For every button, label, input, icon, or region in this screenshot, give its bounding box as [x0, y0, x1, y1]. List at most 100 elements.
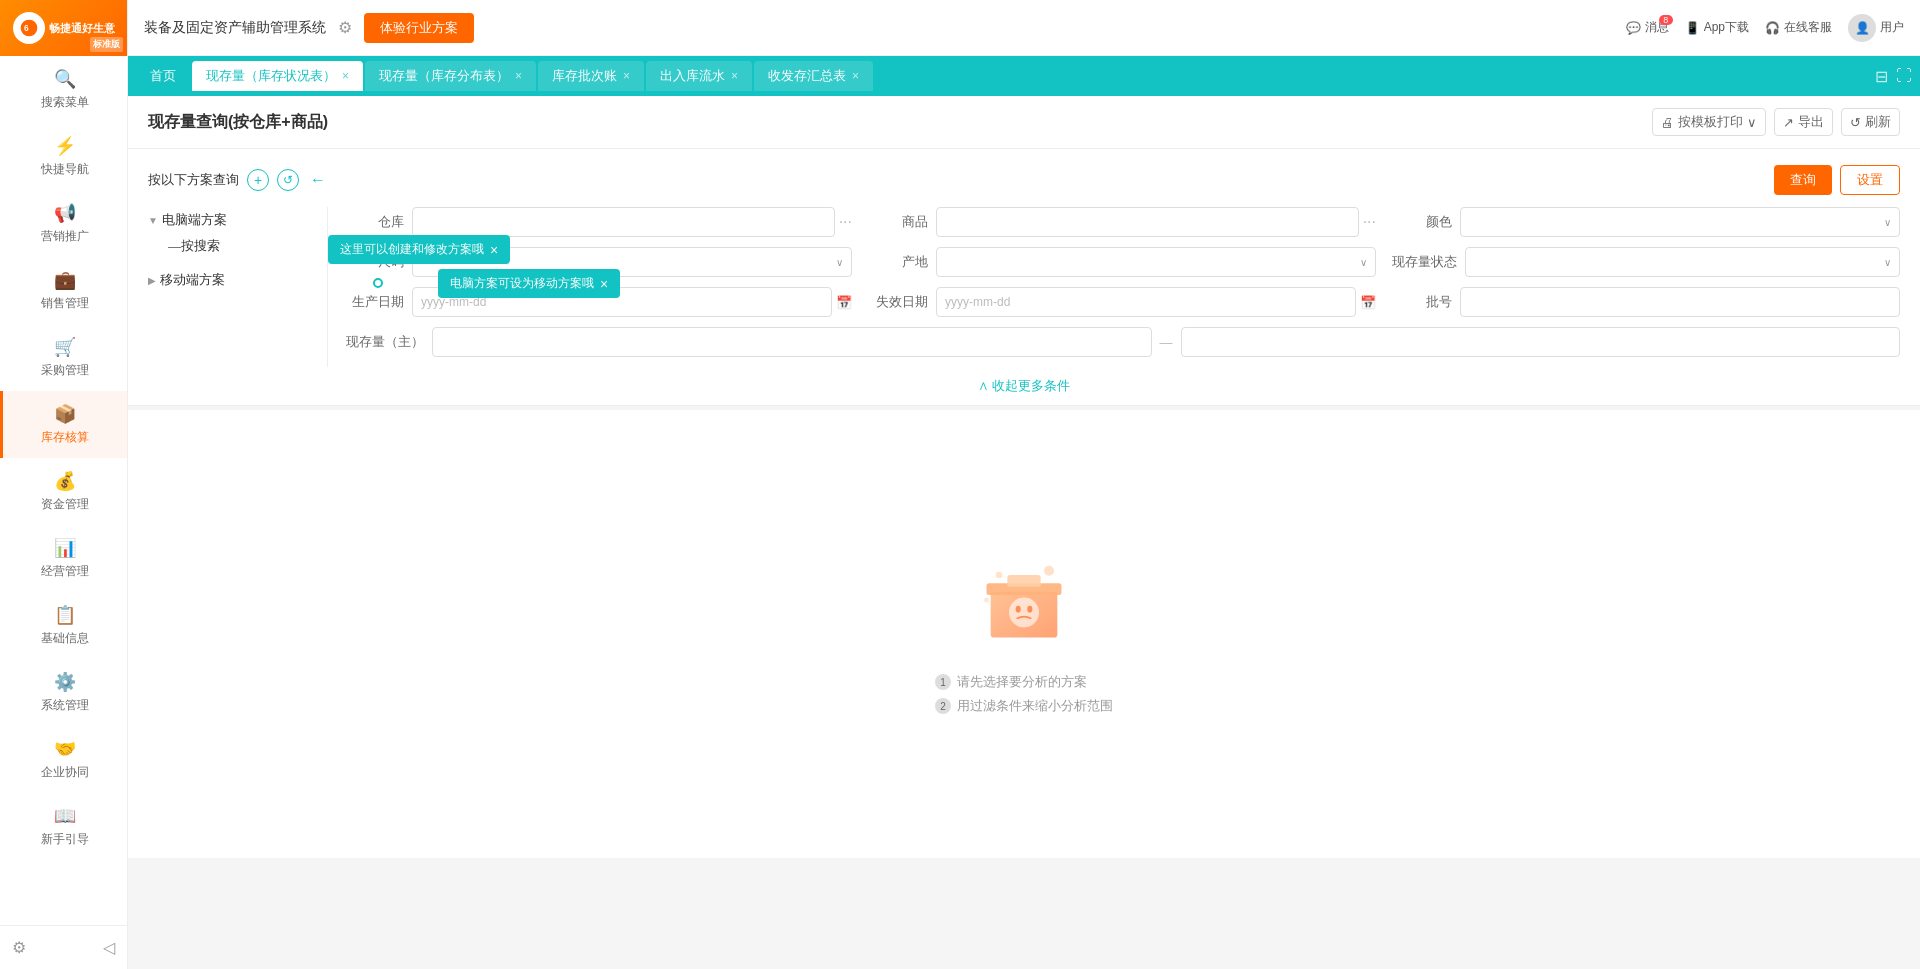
box-icon: 📦 — [54, 403, 76, 425]
tab-close-icon[interactable]: × — [731, 69, 738, 83]
batch-input[interactable] — [1460, 287, 1900, 317]
system-title: 装备及固定资产辅助管理系统 — [144, 19, 326, 37]
sidebar-item-label: 采购管理 — [41, 362, 89, 379]
app-name: 畅捷通好生意 — [49, 21, 115, 35]
refresh-button[interactable]: ↺ 刷新 — [1841, 108, 1900, 136]
print-label: 按模板打印 — [1678, 113, 1743, 131]
tab-inventory-status[interactable]: 现存量（库存状况表） × — [192, 61, 363, 91]
empty-illustration — [974, 550, 1074, 650]
sidebar-nav: 🔍 搜索菜单 ⚡ 快捷导航 📢 营销推广 💼 销售管理 🛒 采购管理 📦 库存核… — [0, 56, 127, 925]
svg-point-0 — [20, 20, 37, 37]
desktop-sub-schemes: — 按搜索 — [148, 233, 315, 259]
origin-label: 产地 — [868, 253, 928, 271]
tab-summary[interactable]: 收发存汇总表 × — [754, 61, 873, 91]
message-icon: 💬 — [1626, 21, 1641, 35]
filter-origin: 产地 ∨ — [868, 247, 1376, 277]
warehouse-input[interactable] — [412, 207, 835, 237]
tab-close-icon[interactable]: × — [852, 69, 859, 83]
user-group[interactable]: 👤 用户 — [1848, 14, 1904, 42]
arrow-right-icon: ▶ — [148, 275, 156, 286]
connector-dot — [373, 278, 383, 288]
sidebar-item-search[interactable]: 🔍 搜索菜单 — [0, 56, 127, 123]
filter-stock-status: 现存量状态 ∨ — [1392, 247, 1900, 277]
tab-fullscreen-icon[interactable]: ⛶ — [1896, 67, 1912, 86]
sidebar-item-system[interactable]: ⚙️ 系统管理 — [0, 659, 127, 726]
collapse-button[interactable]: ∧ 收起更多条件 — [148, 367, 1900, 405]
filter-product: 商品 ··· — [868, 207, 1376, 237]
scheme-desktop-header[interactable]: ▼ 电脑端方案 — [148, 207, 315, 233]
notification-group[interactable]: 💬 消息 8 — [1626, 19, 1669, 36]
settings-icon[interactable]: ⚙ — [338, 18, 352, 37]
step-number: 1 — [935, 674, 951, 690]
export-button[interactable]: ↗ 导出 — [1774, 108, 1833, 136]
tooltip-pc-scheme: 电脑方案可设为移动方案哦 × .tooltip-pc::before { con… — [438, 269, 620, 298]
tab-close-icon[interactable]: × — [623, 69, 630, 83]
sidebar-item-label: 销售管理 — [41, 295, 89, 312]
stock-status-label: 现存量状态 — [1392, 253, 1457, 271]
app-download-group[interactable]: 📱 App下载 — [1685, 19, 1749, 36]
scheme-mobile-header[interactable]: ▶ 移动端方案 — [148, 267, 315, 293]
sidebar-item-basic-info[interactable]: 📋 基础信息 — [0, 592, 127, 659]
chevron-down-icon: ∨ — [836, 257, 843, 268]
sidebar-item-inventory[interactable]: 📦 库存核算 — [0, 391, 127, 458]
inventory-min-input[interactable] — [432, 327, 1152, 357]
tooltip-close-icon[interactable]: × — [600, 276, 608, 292]
settings-button[interactable]: 设置 — [1840, 165, 1900, 195]
money-icon: 💰 — [54, 470, 76, 492]
back-button[interactable]: ← — [307, 169, 329, 191]
sidebar-item-management[interactable]: 📊 经营管理 — [0, 525, 127, 592]
origin-select[interactable]: ∨ — [936, 247, 1376, 277]
sidebar-item-enterprise[interactable]: 🤝 企业协同 — [0, 726, 127, 793]
chevron-down-icon: ∨ — [1884, 217, 1891, 228]
sidebar-footer: ⚙ ◁ — [0, 925, 127, 969]
sidebar-item-quick-nav[interactable]: ⚡ 快捷导航 — [0, 123, 127, 190]
handshake-icon: 🤝 — [54, 738, 76, 760]
print-button[interactable]: 🖨 按模板打印 ∨ — [1652, 108, 1766, 136]
tab-label: 现存量（库存状况表） — [206, 67, 336, 85]
content-area: 现存量查询(按仓库+商品) 🖨 按模板打印 ∨ ↗ 导出 ↺ 刷新 — [128, 96, 1920, 969]
calendar-icon[interactable]: 📅 — [836, 295, 852, 310]
tab-home[interactable]: 首页 — [136, 61, 190, 91]
tab-label: 出入库流水 — [660, 67, 725, 85]
online-service-group[interactable]: 🎧 在线客服 — [1765, 19, 1832, 36]
experience-button[interactable]: 体验行业方案 — [364, 13, 474, 43]
collapse-btn[interactable]: ◁ — [99, 934, 119, 961]
refresh-icon: ↺ — [1850, 115, 1861, 130]
header-left: 装备及固定资产辅助管理系统 ⚙ 体验行业方案 — [144, 13, 474, 43]
scheme-search[interactable]: — 按搜索 — [164, 233, 315, 259]
sidebar-item-marketing[interactable]: 📢 营销推广 — [0, 190, 127, 257]
tab-in-out-flow[interactable]: 出入库流水 × — [646, 61, 752, 91]
product-dots[interactable]: ··· — [1363, 213, 1376, 231]
empty-state-container: 1 请先选择要分析的方案 2 用过滤条件来缩小分析范围 — [128, 410, 1920, 858]
inventory-max-input[interactable] — [1181, 327, 1901, 357]
sidebar-item-sales[interactable]: 💼 销售管理 — [0, 257, 127, 324]
tab-minimize-icon[interactable]: ⊟ — [1875, 67, 1888, 86]
expire-date-placeholder: yyyy-mm-dd — [945, 295, 1010, 309]
settings-bottom-btn[interactable]: ⚙ — [8, 934, 30, 961]
online-service-label: 在线客服 — [1784, 19, 1832, 36]
refresh-scheme-button[interactable]: ↺ — [277, 169, 299, 191]
tooltip-close-icon[interactable]: × — [490, 242, 498, 258]
sidebar-item-finance[interactable]: 💰 资金管理 — [0, 458, 127, 525]
expire-date-input[interactable]: yyyy-mm-dd — [936, 287, 1356, 317]
sidebar-item-label: 库存核算 — [41, 429, 89, 446]
top-header: 装备及固定资产辅助管理系统 ⚙ 体验行业方案 💬 消息 8 📱 App下载 🎧 … — [128, 0, 1920, 56]
scheme-mobile-label: 移动端方案 — [160, 271, 225, 289]
tab-inventory-dist[interactable]: 现存量（库存分布表） × — [365, 61, 536, 91]
color-select[interactable]: ∨ — [1460, 207, 1900, 237]
calendar-icon[interactable]: 📅 — [1360, 295, 1376, 310]
stock-status-select[interactable]: ∨ — [1465, 247, 1900, 277]
chevron-down-icon: ∨ — [1747, 115, 1757, 130]
svg-point-6 — [1016, 606, 1021, 613]
tab-close-icon[interactable]: × — [515, 69, 522, 83]
add-scheme-button[interactable]: + — [247, 169, 269, 191]
product-input[interactable] — [936, 207, 1359, 237]
tab-close-icon[interactable]: × — [342, 69, 349, 83]
warehouse-dots[interactable]: ··· — [839, 213, 852, 231]
tab-label: 收发存汇总表 — [768, 67, 846, 85]
sidebar-item-purchase[interactable]: 🛒 采购管理 — [0, 324, 127, 391]
filter-section: 按以下方案查询 + ↺ ← 电脑方案可设为移动方案哦 × .tooltip-pc… — [128, 149, 1920, 406]
sidebar-item-guide[interactable]: 📖 新手引导 — [0, 793, 127, 860]
tab-batch-account[interactable]: 库存批次账 × — [538, 61, 644, 91]
search-button[interactable]: 查询 — [1774, 165, 1832, 195]
